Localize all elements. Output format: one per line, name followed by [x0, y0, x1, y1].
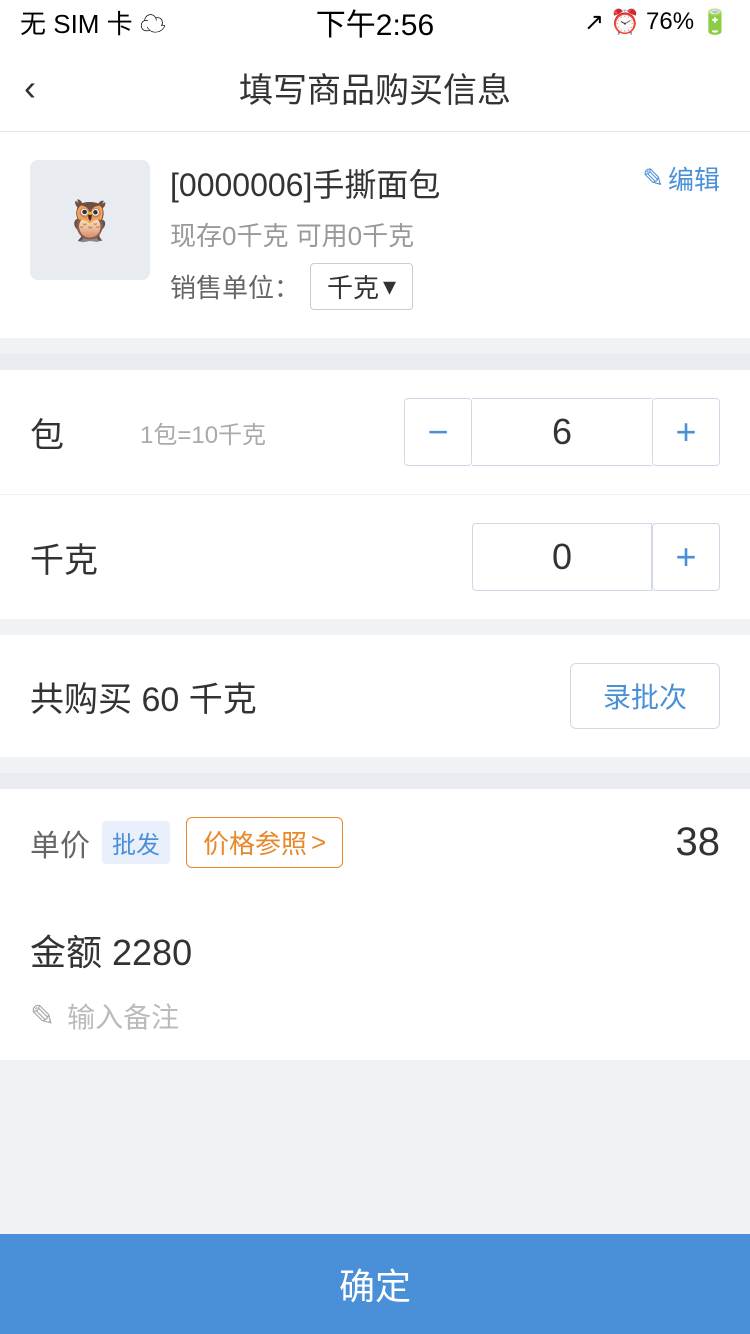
content-spacer: [0, 1060, 750, 1234]
product-info-top: [0000006]手撕面包 ✎ 编辑: [170, 160, 720, 216]
unit-select[interactable]: 千克 ▾: [310, 263, 413, 310]
kg-input[interactable]: [472, 523, 652, 591]
status-bar: 无 SIM 卡 ☁ 下午2:56 ↗ ⏰ 76% 🔋: [0, 0, 750, 44]
price-row: 单价 批发 价格参照 > 38: [30, 817, 720, 868]
kg-stepper: +: [472, 523, 720, 591]
amount-value: 2280: [112, 932, 192, 973]
amount-text: 金额 2280: [30, 924, 720, 976]
status-time: 下午2:56: [316, 0, 434, 44]
kg-label: 千克: [30, 533, 130, 582]
price-ref-button[interactable]: 价格参照 >: [186, 817, 343, 868]
price-ref-label: 价格参照: [203, 824, 307, 861]
total-text: 共购买 60 千克: [30, 672, 257, 721]
edit-button[interactable]: ✎ 编辑: [642, 160, 720, 197]
price-label: 单价: [30, 821, 90, 865]
amount-label: 金额: [30, 932, 112, 973]
nav-bar: ‹ 填写商品购买信息: [0, 44, 750, 132]
total-row: 共购买 60 千克 录批次: [0, 635, 750, 757]
price-value: 38: [676, 820, 721, 865]
battery-text: 76%: [646, 8, 694, 36]
separator-1: [0, 354, 750, 370]
package-plus-button[interactable]: +: [652, 398, 720, 466]
product-info: [0000006]手撕面包 ✎ 编辑 现存0千克 可用0千克 销售单位： 千克 …: [170, 160, 720, 310]
separator-2: [0, 773, 750, 789]
remark-row[interactable]: ✎ 输入备注: [30, 992, 720, 1040]
price-section: 单价 批发 价格参照 > 38: [0, 789, 750, 896]
location-icon: ↗: [584, 8, 604, 37]
package-input[interactable]: [472, 398, 652, 466]
batch-button[interactable]: 录批次: [570, 663, 720, 729]
price-tag: 批发: [102, 821, 170, 864]
package-label: 包: [30, 408, 130, 457]
amount-section: 金额 2280 ✎ 输入备注: [0, 896, 750, 1060]
status-left: 无 SIM 卡 ☁: [20, 4, 166, 41]
unit-value: 千克: [327, 268, 379, 305]
product-image: 🦉: [30, 160, 150, 280]
package-section: 包 1包=10千克 − + 千克 +: [0, 370, 750, 619]
dropdown-icon: ▾: [383, 271, 396, 302]
kg-plus-button[interactable]: +: [652, 523, 720, 591]
back-button[interactable]: ‹: [24, 67, 36, 109]
product-name: [0000006]手撕面包: [170, 160, 440, 206]
alarm-icon: ⏰: [610, 8, 640, 37]
package-stepper: − +: [404, 398, 720, 466]
remark-placeholder: 输入备注: [67, 996, 179, 1036]
product-unit-row: 销售单位： 千克 ▾: [170, 263, 720, 310]
status-right: ↗ ⏰ 76% 🔋: [584, 8, 730, 37]
remark-icon: ✎: [30, 999, 55, 1034]
package-hint: 1包=10千克: [140, 415, 266, 450]
product-logo: 🦉: [65, 197, 115, 244]
product-card: 🦉 [0000006]手撕面包 ✎ 编辑 现存0千克 可用0千克 销售单位： 千…: [0, 132, 750, 338]
sim-status: 无 SIM 卡 ☁: [20, 4, 166, 41]
edit-label: 编辑: [668, 160, 720, 197]
battery-icon: 🔋: [700, 8, 730, 37]
package-row: 包 1包=10千克 − +: [0, 370, 750, 495]
kg-row: 千克 +: [0, 495, 750, 619]
unit-label: 销售单位：: [170, 268, 300, 305]
product-stock: 现存0千克 可用0千克: [170, 216, 720, 253]
page-title: 填写商品购买信息: [239, 63, 511, 112]
content-area: 🦉 [0000006]手撕面包 ✎ 编辑 现存0千克 可用0千克 销售单位： 千…: [0, 132, 750, 1234]
confirm-button[interactable]: 确定: [0, 1234, 750, 1334]
edit-icon: ✎: [642, 163, 664, 194]
package-minus-button[interactable]: −: [404, 398, 472, 466]
price-ref-arrow: >: [311, 827, 326, 858]
